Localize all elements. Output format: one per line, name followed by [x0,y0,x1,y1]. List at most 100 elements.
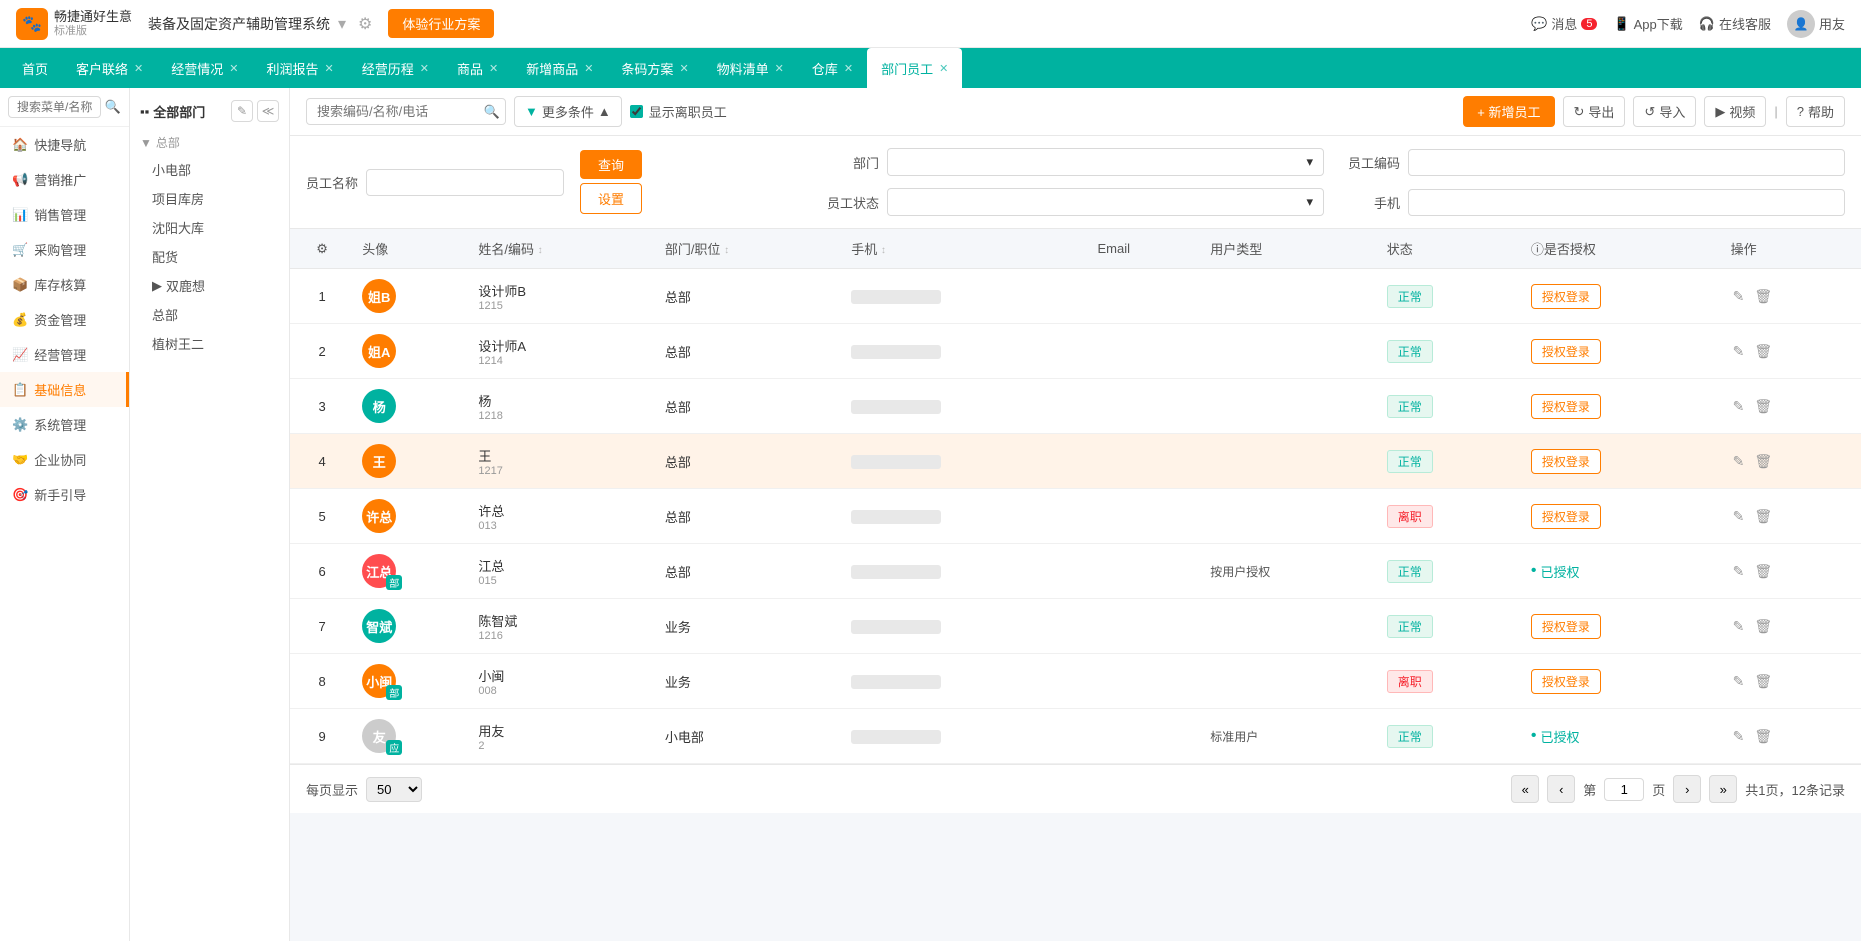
more-conditions-btn[interactable]: ▼ 更多条件 ▲ [514,96,622,127]
sidebar-item-purchase[interactable]: 🛒 采购管理 [0,232,129,267]
last-page-btn[interactable]: » [1709,775,1737,803]
import-btn[interactable]: ↺ 导入 [1633,96,1696,127]
edit-btn[interactable]: ✎ [1731,396,1747,417]
edit-btn[interactable]: ✎ [1731,671,1747,692]
page-input[interactable] [1604,778,1644,801]
next-page-btn[interactable]: › [1673,775,1701,803]
try-btn[interactable]: 体验行业方案 [388,9,494,38]
sidebar-item-collab[interactable]: 🤝 企业协同 [0,442,129,477]
sort-phone-icon[interactable]: ↕ [881,246,886,256]
help-btn[interactable]: ? 帮助 [1786,96,1845,127]
emp-code-input[interactable] [1408,149,1845,176]
tree-item-zhishu[interactable]: 植树王二 [130,329,289,358]
auth-login-btn[interactable]: 授权登录 [1531,339,1601,364]
tree-item-shenyang[interactable]: 沈阳大库 [130,213,289,242]
tree-item-xiao-dian[interactable]: 小电部 [130,155,289,184]
show-resigned-label[interactable]: 显示离职员工 [630,102,727,121]
dropdown-arrow-icon[interactable]: ▾ [338,14,346,34]
edit-btn[interactable]: ✎ [1731,341,1747,362]
page-size-select[interactable]: 50 20 100 [366,777,422,802]
sidebar-search-input[interactable] [8,96,101,118]
sidebar-item-guide[interactable]: 🎯 新手引导 [0,477,129,512]
close-icon[interactable]: ✕ [939,62,948,75]
close-icon[interactable]: ✕ [489,62,498,75]
sidebar-item-quick-nav[interactable]: 🏠 快捷导航 [0,127,129,162]
edit-btn[interactable]: ✎ [1731,451,1747,472]
delete-btn[interactable]: 🗑 [1752,726,1774,747]
show-resigned-checkbox[interactable] [630,105,643,118]
sidebar-item-finance[interactable]: 💰 资金管理 [0,302,129,337]
phone-input[interactable] [1408,189,1845,216]
gear-icon[interactable]: ⚙ [316,241,328,256]
auth-login-btn[interactable]: 授权登录 [1531,449,1601,474]
tab-warehouse[interactable]: 仓库 ✕ [798,48,867,88]
tab-home[interactable]: 首页 [8,48,62,88]
tab-department[interactable]: 部门员工 ✕ [867,48,962,88]
search-input[interactable] [306,98,506,125]
tab-barcode[interactable]: 条码方案 ✕ [607,48,702,88]
tab-operation[interactable]: 经营情况 ✕ [157,48,252,88]
sidebar-item-sales[interactable]: 📊 销售管理 [0,197,129,232]
auth-login-btn[interactable]: 授权登录 [1531,504,1601,529]
tree-item-project[interactable]: 项目库房 [130,184,289,213]
tab-goods[interactable]: 商品 ✕ [443,48,512,88]
edit-btn[interactable]: ✎ [1731,616,1747,637]
emp-name-input[interactable] [366,169,564,196]
sidebar-item-marketing[interactable]: 📢 营销推广 [0,162,129,197]
avatar-circle[interactable]: 王 [362,444,396,478]
avatar-circle[interactable]: 姐B [362,279,396,313]
delete-btn[interactable]: 🗑 [1752,286,1774,307]
prev-page-btn[interactable]: ‹ [1547,775,1575,803]
tab-add-goods[interactable]: 新增商品 ✕ [512,48,607,88]
close-icon[interactable]: ✕ [134,62,143,75]
sidebar-item-basic-info[interactable]: 📋 基础信息 [0,372,129,407]
edit-btn[interactable]: ✎ [1731,561,1747,582]
view-btn[interactable]: ▶ 视频 [1704,96,1766,127]
settings-icon[interactable]: ⚙ [358,14,372,34]
online-service-btn[interactable]: 🎧 在线客服 [1699,14,1771,33]
sidebar-item-inventory[interactable]: 📦 库存核算 [0,267,129,302]
auth-login-btn[interactable]: 授权登录 [1531,394,1601,419]
edit-btn[interactable]: ✎ [1731,726,1747,747]
avatar-circle[interactable]: 智斌 [362,609,396,643]
add-employee-btn[interactable]: + 新增员工 [1463,96,1554,127]
edit-btn[interactable]: ✎ [1731,286,1747,307]
th-dept[interactable]: 部门/职位 ↕ [657,229,843,269]
close-icon[interactable]: ✕ [679,62,688,75]
close-icon[interactable]: ✕ [775,62,784,75]
tree-item-peihuo[interactable]: 配货 [130,242,289,271]
sort-dept-icon[interactable]: ↕ [724,246,729,256]
th-settings[interactable]: ⚙ [290,229,354,269]
close-icon[interactable]: ✕ [325,62,334,75]
tab-bom[interactable]: 物料清单 ✕ [703,48,798,88]
message-btn[interactable]: 💬 消息 5 [1531,14,1597,33]
avatar-circle[interactable]: 姐A [362,334,396,368]
set-btn[interactable]: 设置 [580,183,642,214]
tree-edit-btn[interactable]: ✎ [231,100,253,122]
close-icon[interactable]: ✕ [229,62,238,75]
tab-profit[interactable]: 利润报告 ✕ [252,48,347,88]
delete-btn[interactable]: 🗑 [1752,616,1774,637]
avatar-circle[interactable]: 杨 [362,389,396,423]
query-btn[interactable]: 查询 [580,150,642,179]
close-icon[interactable]: ✕ [584,62,593,75]
app-download-btn[interactable]: 📱 App下载 [1613,14,1682,33]
sidebar-item-system[interactable]: ⚙️ 系统管理 [0,407,129,442]
status-select[interactable]: ▾ [887,188,1324,216]
delete-btn[interactable]: 🗑 [1752,671,1774,692]
close-icon[interactable]: ✕ [420,62,429,75]
delete-btn[interactable]: 🗑 [1752,396,1774,417]
delete-btn[interactable]: 🗑 [1752,506,1774,527]
sidebar-item-management[interactable]: 📈 经营管理 [0,337,129,372]
auth-login-btn[interactable]: 授权登录 [1531,614,1601,639]
th-phone[interactable]: 手机 ↕ [843,229,1089,269]
sort-name-icon[interactable]: ↕ [538,246,543,256]
th-name[interactable]: 姓名/编码 ↕ [470,229,656,269]
first-page-btn[interactable]: « [1511,775,1539,803]
tree-item-shuanglu[interactable]: ▶双鹿想 [130,271,289,300]
avatar-circle[interactable]: 许总 [362,499,396,533]
delete-btn[interactable]: 🗑 [1752,561,1774,582]
close-icon[interactable]: ✕ [844,62,853,75]
dept-select[interactable]: ▾ [887,148,1324,176]
export-btn[interactable]: ↻ 导出 [1563,96,1626,127]
